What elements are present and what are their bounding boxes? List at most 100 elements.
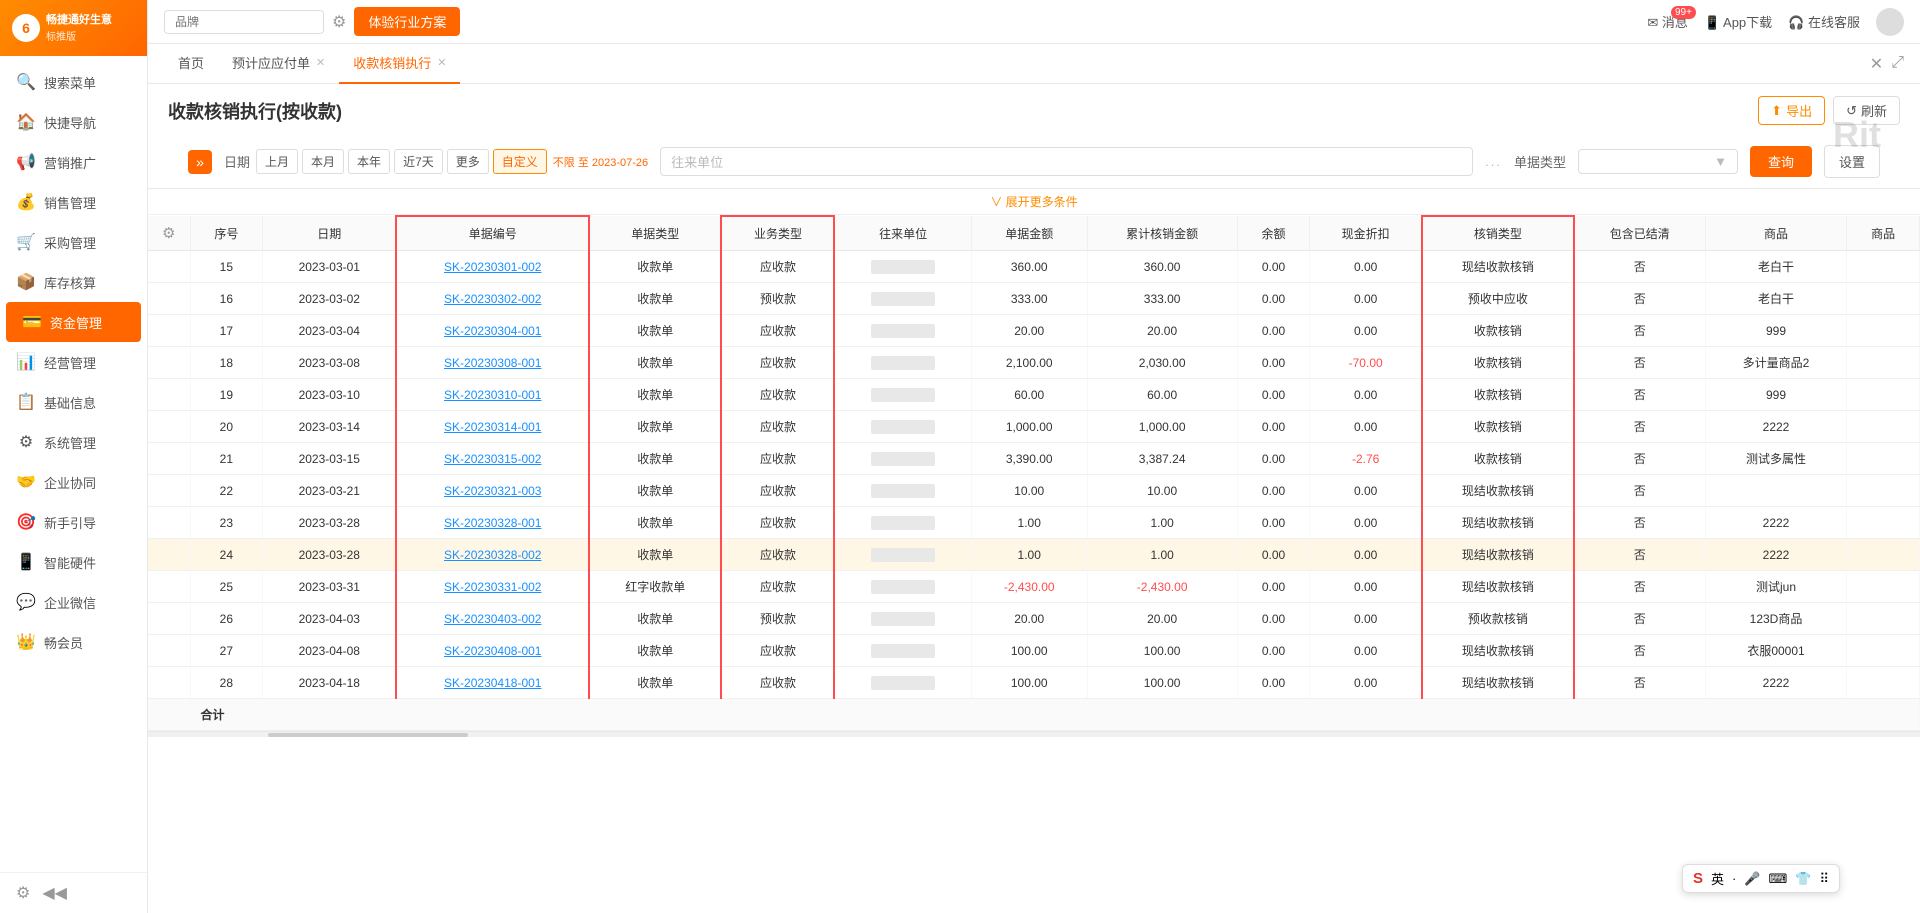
sidebar-item-sales[interactable]: 💰销售管理 (0, 182, 147, 222)
doc-link[interactable]: SK-20230301-002 (444, 260, 541, 274)
close-tab-icon[interactable]: ✕ (1870, 54, 1883, 74)
table-row[interactable]: 25 2023-03-31 SK-20230331-002 红字收款单 应收款 … (148, 571, 1920, 603)
export-button[interactable]: ⬆ 导出 (1758, 96, 1825, 125)
doc-link[interactable]: SK-20230308-001 (444, 356, 541, 370)
gear-icon[interactable]: ⚙ (332, 12, 346, 32)
col-partner (834, 571, 971, 603)
maximize-icon[interactable]: ⤢ (1891, 54, 1904, 74)
doc-link[interactable]: SK-20230408-001 (444, 644, 541, 658)
sidebar-item-guide[interactable]: 🎯新手引导 (0, 502, 147, 542)
last-7days-btn[interactable]: 近7天 (394, 149, 443, 174)
col-partner (834, 443, 971, 475)
tab-0[interactable]: 首页 (164, 44, 218, 84)
refresh-icon: ↺ (1846, 103, 1857, 119)
this-year-btn[interactable]: 本年 (348, 149, 390, 174)
table-row[interactable]: 27 2023-04-08 SK-20230408-001 收款单 应收款 10… (148, 635, 1920, 667)
table-row[interactable]: 19 2023-03-10 SK-20230310-001 收款单 应收款 60… (148, 379, 1920, 411)
sidebar-item-system[interactable]: ⚙系统管理 (0, 422, 147, 462)
doc-link[interactable]: SK-20230328-002 (444, 548, 541, 562)
tab-close-1[interactable]: ✕ (316, 56, 325, 69)
doc-link[interactable]: SK-20230310-001 (444, 388, 541, 402)
doc-type-select[interactable]: ▼ (1578, 149, 1738, 174)
sidebar-item-member[interactable]: 👑畅会员 (0, 622, 147, 662)
col-doctype: 收款单 (589, 443, 721, 475)
table-row[interactable]: 24 2023-03-28 SK-20230328-002 收款单 应收款 1.… (148, 539, 1920, 571)
query-button[interactable]: 查询 (1750, 146, 1812, 177)
doc-link[interactable]: SK-20230328-001 (444, 516, 541, 530)
message-badge: 99+ (1671, 6, 1696, 19)
sidebar-item-finance[interactable]: 💳资金管理 (6, 302, 141, 342)
this-month-btn[interactable]: 本月 (302, 149, 344, 174)
sidebar-item-operations[interactable]: 📊经营管理 (0, 342, 147, 382)
col-index: 23 (190, 507, 263, 539)
sidebar-item-quicknav[interactable]: 🏠快捷导航 (0, 102, 147, 142)
col-discount: 0.00 (1310, 411, 1422, 443)
ime-shirt-icon[interactable]: 👕 (1795, 871, 1811, 887)
message-button[interactable]: ✉ 消息 99+ (1647, 12, 1688, 31)
col-verified: 20.00 (1087, 603, 1237, 635)
expand-more-conditions[interactable]: ∨ 展开更多条件 (148, 189, 1920, 215)
custom-date-btn[interactable]: 自定义 (493, 149, 547, 174)
doc-link[interactable]: SK-20230314-001 (444, 420, 541, 434)
column-settings-button[interactable]: ⚙ (162, 224, 175, 242)
tab-2[interactable]: 收款核销执行✕ (339, 44, 460, 84)
sidebar-item-hardware[interactable]: 📱智能硬件 (0, 542, 147, 582)
app-download-link[interactable]: 📱 App下载 (1704, 12, 1772, 31)
refresh-button[interactable]: ↺ 刷新 (1833, 96, 1900, 125)
table-row[interactable]: 18 2023-03-08 SK-20230308-001 收款单 应收款 2,… (148, 347, 1920, 379)
table-row[interactable]: 16 2023-03-02 SK-20230302-002 收款单 预收款 33… (148, 283, 1920, 315)
setting-button[interactable]: 设置 (1824, 145, 1880, 178)
settings-icon[interactable]: ⚙ (16, 883, 30, 903)
col-index: 27 (190, 635, 263, 667)
user-avatar[interactable] (1876, 8, 1904, 36)
sidebar-item-marketing[interactable]: 📢营销推广 (0, 142, 147, 182)
page-header: 收款核销执行(按收款) ⬆ 导出 ↺ 刷新 » 日期 上月 本月 (148, 84, 1920, 189)
sidebar-item-purchase[interactable]: 🛒采购管理 (0, 222, 147, 262)
table-row[interactable]: 21 2023-03-15 SK-20230315-002 收款单 应收款 3,… (148, 443, 1920, 475)
col-partner (834, 667, 971, 699)
more-date-btn[interactable]: 更多 (447, 149, 489, 174)
doc-link[interactable]: SK-20230418-001 (444, 676, 541, 690)
ime-voice-icon[interactable]: 🎤 (1744, 871, 1760, 887)
table-row[interactable]: 28 2023-04-18 SK-20230418-001 收款单 应收款 10… (148, 667, 1920, 699)
purchase-icon: 🛒 (16, 232, 36, 252)
ime-keyboard-icon[interactable]: ⌨ (1769, 871, 1788, 887)
table-row[interactable]: 23 2023-03-28 SK-20230328-001 收款单 应收款 1.… (148, 507, 1920, 539)
partner-filter-input[interactable]: 往来单位 (660, 147, 1473, 176)
online-service-link[interactable]: 🎧 在线客服 (1788, 12, 1860, 31)
col-settled: 否 (1574, 283, 1706, 315)
col-gear (148, 315, 190, 347)
doc-link[interactable]: SK-20230302-002 (444, 292, 541, 306)
scrollbar-thumb[interactable] (268, 733, 468, 737)
doc-link[interactable]: SK-20230403-002 (444, 612, 541, 626)
sidebar-item-wechat[interactable]: 💬企业微信 (0, 582, 147, 622)
table-row[interactable]: 20 2023-03-14 SK-20230314-001 收款单 应收款 1,… (148, 411, 1920, 443)
ime-menu-icon[interactable]: ⠿ (1819, 871, 1829, 887)
col-verified: 100.00 (1087, 635, 1237, 667)
table-row[interactable]: 26 2023-04-03 SK-20230403-002 收款单 预收款 20… (148, 603, 1920, 635)
col-doctype: 收款单 (589, 635, 721, 667)
tab-1[interactable]: 预计应应付单✕ (218, 44, 339, 84)
filter-toggle-button[interactable]: » (188, 150, 212, 174)
col-index-header: 序号 (190, 216, 263, 251)
tab-close-2[interactable]: ✕ (437, 56, 446, 69)
sidebar-item-search[interactable]: 🔍搜索菜单 (0, 62, 147, 102)
collapse-icon[interactable]: ◀◀ (42, 883, 67, 903)
doc-link[interactable]: SK-20230331-002 (444, 580, 541, 594)
col-gear-header: ⚙ (148, 216, 190, 251)
table-row[interactable]: 17 2023-03-04 SK-20230304-001 收款单 应收款 20… (148, 315, 1920, 347)
industry-solution-button[interactable]: 体验行业方案 (354, 7, 460, 36)
col-partner (834, 251, 971, 283)
sidebar-item-base[interactable]: 📋基础信息 (0, 382, 147, 422)
sidebar-item-enterprise[interactable]: 🤝企业协同 (0, 462, 147, 502)
table-row[interactable]: 22 2023-03-21 SK-20230321-003 收款单 应收款 10… (148, 475, 1920, 507)
doc-link[interactable]: SK-20230304-001 (444, 324, 541, 338)
col-index: 16 (190, 283, 263, 315)
guide-icon: 🎯 (16, 512, 36, 532)
doc-link[interactable]: SK-20230315-002 (444, 452, 541, 466)
doc-link[interactable]: SK-20230321-003 (444, 484, 541, 498)
last-month-btn[interactable]: 上月 (256, 149, 298, 174)
sidebar-item-inventory[interactable]: 📦库存核算 (0, 262, 147, 302)
table-row[interactable]: 15 2023-03-01 SK-20230301-002 收款单 应收款 36… (148, 251, 1920, 283)
brand-input[interactable] (164, 10, 324, 34)
